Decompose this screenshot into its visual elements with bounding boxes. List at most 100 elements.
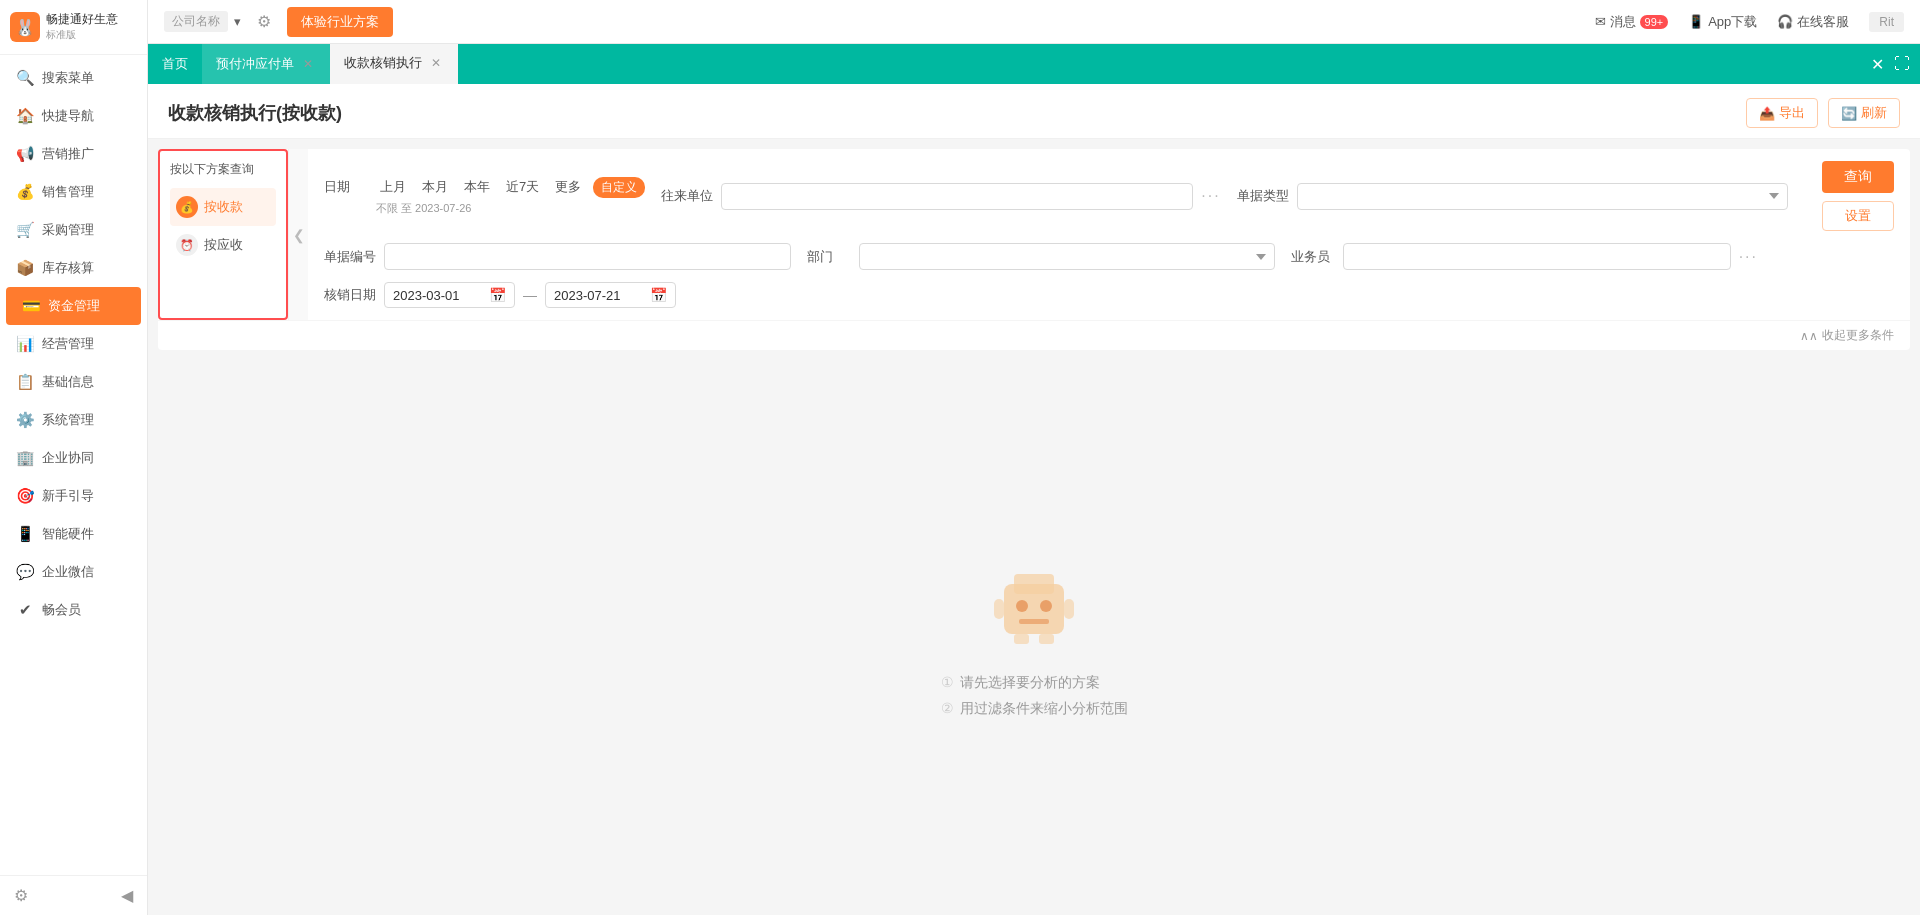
sidebar-item-enterprise[interactable]: 🏢 企业协同 <box>0 439 147 477</box>
filter-sidebar: 按以下方案查询 💰 按收款 ⏰ 按应收 <box>158 149 288 320</box>
staff-more-icon[interactable]: ··· <box>1739 248 1758 266</box>
sidebar-item-search[interactable]: 🔍 搜索菜单 <box>0 59 147 97</box>
tab-prepay-close[interactable]: ✕ <box>300 56 316 72</box>
calendar-end-icon[interactable]: 📅 <box>650 287 667 303</box>
collapse-more-row: ∧∧ 收起更多条件 <box>158 320 1910 350</box>
counterparty-label: 往来单位 <box>661 187 713 205</box>
staff-input[interactable] <box>1343 243 1731 270</box>
date-range-dash: — <box>523 287 537 303</box>
sidebar-item-inventory[interactable]: 📦 库存核算 <box>0 249 147 287</box>
refresh-icon: 🔄 <box>1841 106 1857 121</box>
bill-no-group: 单据编号 <box>324 243 791 270</box>
dept-select[interactable] <box>859 243 1274 270</box>
basic-info-icon: 📋 <box>16 373 34 391</box>
sidebar-item-guide[interactable]: 🎯 新手引导 <box>0 477 147 515</box>
message-label: 消息 <box>1610 13 1636 31</box>
sidebar-item-operation[interactable]: 📊 经营管理 <box>0 325 147 363</box>
query-button[interactable]: 查询 <box>1822 161 1894 193</box>
gear-icon[interactable]: ⚙ <box>257 12 271 31</box>
sidebar-item-hardware[interactable]: 📱 智能硬件 <box>0 515 147 553</box>
sidebar-item-quick-nav[interactable]: 🏠 快捷导航 <box>0 97 147 135</box>
date-link-more[interactable]: 更多 <box>551 176 585 198</box>
export-button[interactable]: 📤 导出 <box>1746 98 1818 128</box>
company-name: 公司名称 <box>164 11 228 32</box>
sidebar-item-label: 企业协同 <box>42 449 94 467</box>
verify-date-end-wrap: 📅 <box>545 282 676 308</box>
date-link-last-month[interactable]: 上月 <box>376 176 410 198</box>
sidebar-item-purchase[interactable]: 🛒 采购管理 <box>0 211 147 249</box>
query-buttons: 查询 设置 <box>1812 161 1894 231</box>
sidebar-item-label: 资金管理 <box>48 297 100 315</box>
filter-row-1: 日期 上月 本月 本年 近7天 更多 自定义 不限 至 2023-07-26 <box>324 161 1894 231</box>
filter-sidebar-title: 按以下方案查询 <box>170 161 276 178</box>
chevron-down-icon: ▾ <box>234 14 241 29</box>
marketing-icon: 📢 <box>16 145 34 163</box>
bill-no-input[interactable] <box>384 243 791 270</box>
date-link-7days[interactable]: 近7天 <box>502 176 543 198</box>
collapse-icon[interactable]: ◀ <box>121 886 133 905</box>
filter-option-label: 按应收 <box>204 236 243 254</box>
sidebar-item-finance[interactable]: 💳 资金管理 <box>6 287 141 325</box>
empty-illustration <box>984 554 1084 654</box>
receipt-icon: 💰 <box>176 196 198 218</box>
user-avatar[interactable]: Rit <box>1869 12 1904 32</box>
refresh-button[interactable]: 🔄 刷新 <box>1828 98 1900 128</box>
sidebar-item-system[interactable]: ⚙️ 系统管理 <box>0 401 147 439</box>
sidebar-item-vip[interactable]: ✔ 畅会员 <box>0 591 147 629</box>
logo-icon: 🐰 <box>10 12 40 42</box>
tab-receipt-close[interactable]: ✕ <box>428 55 444 71</box>
filter-option-by-receivable[interactable]: ⏰ 按应收 <box>170 226 276 264</box>
svg-rect-4 <box>1019 619 1049 624</box>
sidebar-item-sales[interactable]: 💰 销售管理 <box>0 173 147 211</box>
chevron-up-icon: ∧∧ <box>1800 329 1818 343</box>
topbar-right: ✉ 消息 99+ 📱 App下载 🎧 在线客服 Rit <box>1595 12 1904 32</box>
filter-collapse-button[interactable]: ❮ <box>288 149 308 320</box>
sidebar-item-basic-info[interactable]: 📋 基础信息 <box>0 363 147 401</box>
industry-solution-button[interactable]: 体验行业方案 <box>287 7 393 37</box>
finance-icon: 💳 <box>22 297 40 315</box>
empty-text: ① 请先选择要分析的方案 ② 用过滤条件来缩小分析范围 <box>941 670 1128 720</box>
collapse-more-label: 收起更多条件 <box>1822 327 1894 344</box>
bill-type-select[interactable] <box>1297 183 1788 210</box>
svg-rect-6 <box>1064 599 1074 619</box>
date-link-this-year[interactable]: 本年 <box>460 176 494 198</box>
message-button[interactable]: ✉ 消息 99+ <box>1595 13 1669 31</box>
tab-close-all-icon[interactable]: ✕ <box>1871 55 1884 74</box>
content: 收款核销执行(按收款) 📤 导出 🔄 刷新 按以下方案查询 💰 <box>148 84 1920 915</box>
staff-label: 业务员 <box>1291 248 1335 266</box>
app-download-button[interactable]: 📱 App下载 <box>1688 13 1757 31</box>
date-link-this-month[interactable]: 本月 <box>418 176 452 198</box>
sidebar-item-wechat[interactable]: 💬 企业微信 <box>0 553 147 591</box>
verify-date-start-input[interactable] <box>393 288 483 303</box>
tab-receipt[interactable]: 收款核销执行 ✕ <box>330 44 458 84</box>
tab-home[interactable]: 首页 <box>148 44 202 84</box>
dept-label: 部门 <box>807 248 851 266</box>
wechat-icon: 💬 <box>16 563 34 581</box>
sidebar-item-marketing[interactable]: 📢 营销推广 <box>0 135 147 173</box>
app-label: App下载 <box>1708 13 1757 31</box>
setting-button[interactable]: 设置 <box>1822 201 1894 231</box>
svg-rect-5 <box>994 599 1004 619</box>
filter-option-by-receipt[interactable]: 💰 按收款 <box>170 188 276 226</box>
svg-point-3 <box>1040 600 1052 612</box>
verify-date-end-input[interactable] <box>554 288 644 303</box>
page-header: 收款核销执行(按收款) 📤 导出 🔄 刷新 <box>148 84 1920 139</box>
sidebar-logo: 🐰 畅捷通好生意 标准版 <box>0 0 147 55</box>
sales-icon: 💰 <box>16 183 34 201</box>
purchase-icon: 🛒 <box>16 221 34 239</box>
tab-prepay-label: 预付冲应付单 <box>216 55 294 73</box>
date-badge-custom[interactable]: 自定义 <box>593 177 645 198</box>
counterparty-more-icon[interactable]: ··· <box>1201 187 1220 205</box>
tab-expand-icon[interactable]: ⛶ <box>1894 55 1910 73</box>
counterparty-input[interactable] <box>721 183 1193 210</box>
empty-hint-2: 用过滤条件来缩小分析范围 <box>960 696 1128 721</box>
tab-home-label: 首页 <box>162 55 188 73</box>
customer-service-button[interactable]: 🎧 在线客服 <box>1777 13 1849 31</box>
company-selector[interactable]: 公司名称 ▾ <box>164 11 241 32</box>
tab-prepay[interactable]: 预付冲应付单 ✕ <box>202 44 330 84</box>
settings-icon[interactable]: ⚙ <box>14 886 28 905</box>
bill-no-label: 单据编号 <box>324 248 376 266</box>
collapse-more-button[interactable]: ∧∧ 收起更多条件 <box>1800 327 1894 344</box>
calendar-start-icon[interactable]: 📅 <box>489 287 506 303</box>
filter-inner: 按以下方案查询 💰 按收款 ⏰ 按应收 ❮ <box>158 149 1910 320</box>
